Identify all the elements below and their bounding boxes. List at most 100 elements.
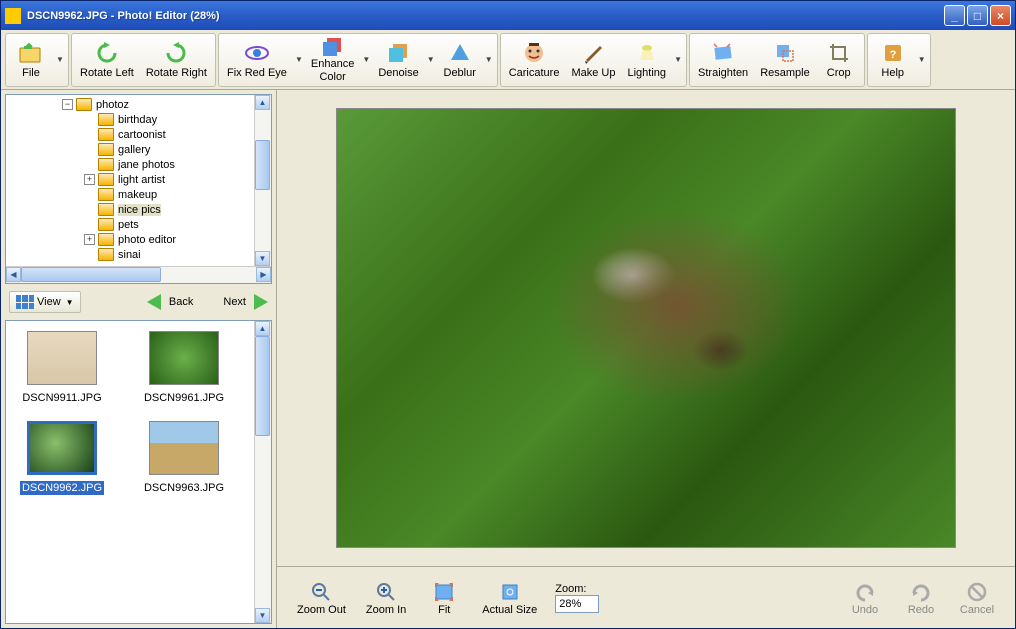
enhance-color-dropdown[interactable]: ▼	[360, 35, 372, 85]
actual-size-button[interactable]: Actual Size	[472, 571, 547, 625]
file-dropdown[interactable]: ▼	[54, 35, 66, 85]
redo-icon	[910, 580, 932, 604]
face-icon	[523, 39, 545, 67]
crop-button[interactable]: Crop	[816, 35, 862, 85]
tree-body[interactable]: − photoz birthdaycartoonist galleryjane p…	[6, 95, 254, 266]
tree-item[interactable]: +light artist	[12, 172, 254, 187]
next-arrow-icon[interactable]	[254, 294, 268, 310]
rotate-right-icon	[165, 39, 187, 67]
tree-item[interactable]: birthday	[12, 112, 254, 127]
thumbnail-browser: DSCN9911.JPG DSCN9961.JPG DSCN9962.JPG DSCN…	[5, 320, 272, 624]
tree-item[interactable]: gallery	[12, 142, 254, 157]
tree-item-label: nice pics	[118, 204, 161, 216]
scroll-down-icon[interactable]: ▼	[255, 251, 270, 266]
thumbnail-name: DSCN9963.JPG	[142, 481, 226, 495]
file-button[interactable]: File	[8, 35, 54, 85]
scroll-up-icon[interactable]: ▲	[255, 321, 270, 336]
tree-h-scrollbar[interactable]: ◀ ▶	[6, 266, 271, 283]
resample-button[interactable]: Resample	[754, 35, 816, 85]
image-canvas-area[interactable]	[277, 90, 1015, 566]
actual-size-icon	[499, 580, 521, 604]
denoise-button[interactable]: Denoise	[372, 35, 424, 85]
undo-icon	[854, 580, 876, 604]
caricature-button[interactable]: Caricature	[503, 35, 566, 85]
redo-button[interactable]: Redo	[893, 571, 949, 625]
rotate-left-icon	[96, 39, 118, 67]
tree-item-label: gallery	[118, 144, 150, 156]
zoom-label: Zoom:	[555, 583, 586, 595]
folder-icon	[98, 218, 114, 231]
enhance-color-button[interactable]: Enhance Color	[305, 35, 360, 85]
back-arrow-icon[interactable]	[147, 294, 161, 310]
tree-item[interactable]: makeup	[12, 187, 254, 202]
help-dropdown[interactable]: ▼	[916, 35, 928, 85]
makeup-button[interactable]: Make Up	[565, 35, 621, 85]
folder-tree: − photoz birthdaycartoonist galleryjane p…	[5, 94, 272, 284]
thumbnails-icon	[16, 295, 34, 309]
lighting-button[interactable]: Lighting	[621, 35, 672, 85]
tree-item[interactable]: sinai	[12, 247, 254, 262]
folder-icon	[98, 233, 114, 246]
expand-icon[interactable]: +	[84, 174, 95, 185]
thumbnail-image	[149, 331, 219, 385]
view-mode-button[interactable]: View ▼	[9, 291, 81, 313]
thumbnail[interactable]: DSCN9963.JPG	[138, 421, 230, 495]
collapse-icon[interactable]: −	[62, 99, 73, 110]
scroll-right-icon[interactable]: ▶	[256, 267, 271, 282]
help-button[interactable]: ? Help	[870, 35, 916, 85]
undo-button[interactable]: Undo	[837, 571, 893, 625]
folder-icon	[98, 113, 114, 126]
folder-icon	[98, 188, 114, 201]
maximize-button[interactable]: □	[967, 5, 988, 26]
folder-open-icon	[18, 39, 44, 67]
thumbnail[interactable]: DSCN9961.JPG	[138, 331, 230, 405]
zoom-field: Zoom:	[555, 583, 599, 613]
window-buttons: _ □ ×	[944, 5, 1011, 26]
thumb-v-scrollbar[interactable]: ▲ ▼	[254, 321, 271, 623]
fix-red-eye-button[interactable]: Fix Red Eye	[221, 35, 293, 85]
zoom-out-button[interactable]: Zoom Out	[287, 571, 356, 625]
minimize-button[interactable]: _	[944, 5, 965, 26]
tree-item[interactable]: cartoonist	[12, 127, 254, 142]
back-label[interactable]: Back	[167, 296, 195, 308]
tree-root[interactable]: − photoz	[12, 97, 254, 112]
close-button[interactable]: ×	[990, 5, 1011, 26]
scroll-thumb[interactable]	[255, 336, 270, 436]
fix-red-eye-dropdown[interactable]: ▼	[293, 35, 305, 85]
chevron-down-icon: ▼	[66, 298, 74, 307]
scroll-up-icon[interactable]: ▲	[255, 95, 270, 110]
next-label[interactable]: Next	[221, 296, 248, 308]
thumbnail-grid[interactable]: DSCN9911.JPG DSCN9961.JPG DSCN9962.JPG DSCN…	[6, 321, 254, 623]
titlebar: DSCN9962.JPG - Photo! Editor (28%) _ □ ×	[1, 1, 1015, 30]
tree-item[interactable]: pets	[12, 217, 254, 232]
rotate-left-button[interactable]: Rotate Left	[74, 35, 140, 85]
lighting-dropdown[interactable]: ▼	[672, 35, 684, 85]
fit-button[interactable]: Fit	[416, 571, 472, 625]
browser-nav-bar: View ▼ Back Next	[5, 288, 272, 316]
cancel-button[interactable]: Cancel	[949, 571, 1005, 625]
thumbnail-image	[27, 331, 97, 385]
rotate-right-button[interactable]: Rotate Right	[140, 35, 213, 85]
deblur-dropdown[interactable]: ▼	[483, 35, 495, 85]
folder-icon	[98, 143, 114, 156]
thumbnail[interactable]: DSCN9962.JPG	[16, 421, 108, 495]
thumbnail[interactable]: DSCN9911.JPG	[16, 331, 108, 405]
straighten-button[interactable]: Straighten	[692, 35, 754, 85]
tree-item[interactable]: +photo editor	[12, 232, 254, 247]
left-panel: − photoz birthdaycartoonist galleryjane p…	[1, 90, 277, 628]
scroll-thumb[interactable]	[21, 267, 161, 282]
zoom-input[interactable]	[555, 595, 599, 613]
scroll-thumb[interactable]	[255, 140, 270, 190]
scroll-down-icon[interactable]: ▼	[255, 608, 270, 623]
deblur-button[interactable]: Deblur	[437, 35, 483, 85]
scroll-left-icon[interactable]: ◀	[6, 267, 21, 282]
zoom-in-button[interactable]: Zoom In	[356, 571, 416, 625]
denoise-dropdown[interactable]: ▼	[425, 35, 437, 85]
main-image	[336, 108, 956, 548]
tree-item[interactable]: nice pics	[12, 202, 254, 217]
color-swatch-icon	[321, 36, 345, 58]
tree-v-scrollbar[interactable]: ▲ ▼	[254, 95, 271, 266]
tree-item[interactable]: jane photos	[12, 157, 254, 172]
expand-icon[interactable]: +	[84, 234, 95, 245]
folder-icon	[98, 173, 114, 186]
